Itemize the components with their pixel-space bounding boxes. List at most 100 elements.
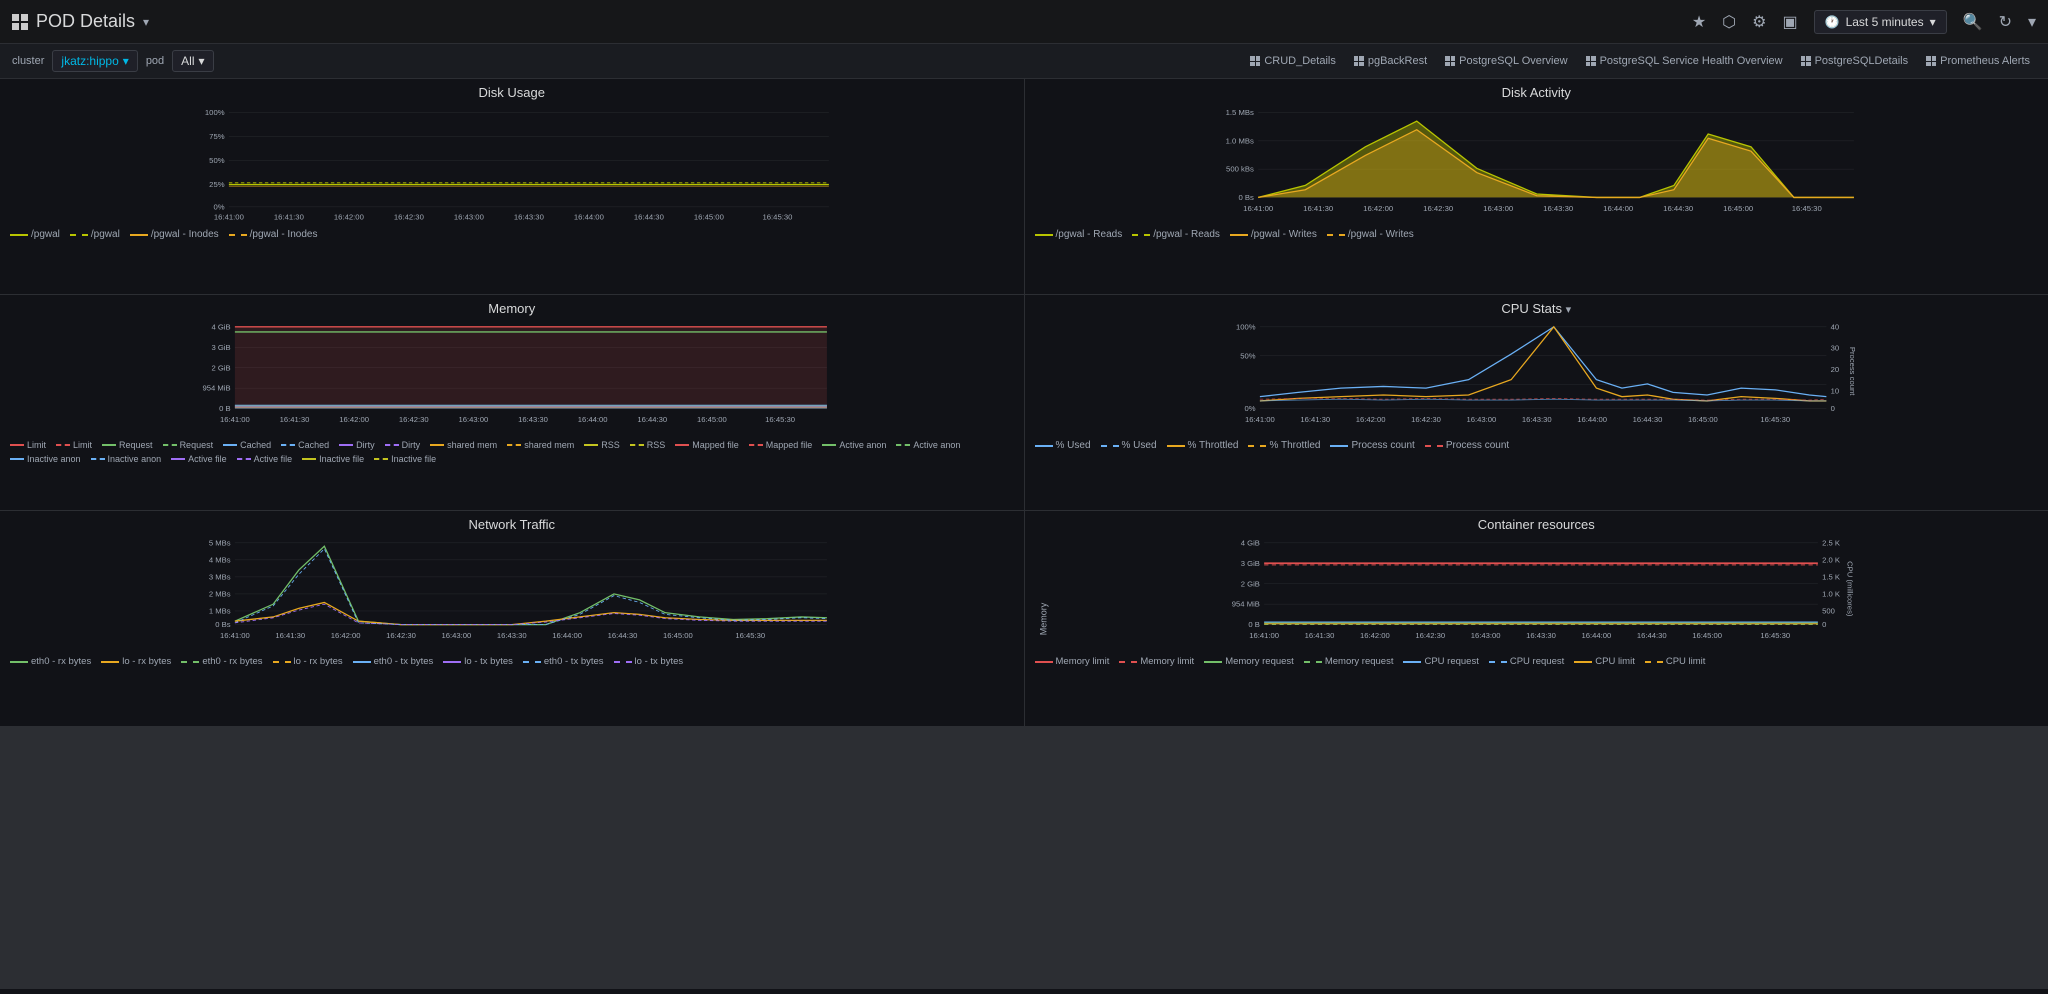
disk-usage-legend: /pgwal /pgwal /pgwal - Inodes /pgwal - I… (10, 229, 1014, 240)
svg-text:16:44:30: 16:44:30 (634, 213, 664, 222)
svg-text:16:44:30: 16:44:30 (1663, 204, 1693, 213)
svg-text:16:45:30: 16:45:30 (1760, 415, 1790, 424)
cluster-label: cluster (12, 55, 44, 67)
svg-text:16:45:30: 16:45:30 (1791, 204, 1821, 213)
svg-text:16:42:00: 16:42:00 (1359, 631, 1389, 640)
time-picker-dropdown: ▾ (1930, 15, 1936, 29)
svg-text:16:41:30: 16:41:30 (274, 213, 304, 222)
svg-text:3 GiB: 3 GiB (1240, 559, 1259, 568)
svg-text:16:41:00: 16:41:00 (220, 631, 250, 640)
svg-text:100%: 100% (205, 108, 225, 117)
svg-text:2.5 K: 2.5 K (1822, 538, 1841, 547)
svg-text:16:42:30: 16:42:30 (399, 415, 429, 424)
time-picker-label: Last 5 minutes (1846, 15, 1924, 29)
svg-text:500: 500 (1822, 607, 1835, 616)
svg-text:16:43:30: 16:43:30 (1526, 631, 1556, 640)
tab-postgresql-details[interactable]: PostgreSQLDetails (1795, 53, 1915, 69)
svg-text:0 Bs: 0 Bs (1238, 193, 1254, 202)
svg-text:16:42:00: 16:42:00 (1355, 415, 1385, 424)
svg-text:16:43:00: 16:43:00 (454, 213, 484, 222)
clock-icon: 🕐 (1825, 15, 1840, 29)
tab-postgresql-service-health[interactable]: PostgreSQL Service Health Overview (1580, 53, 1789, 69)
svg-text:16:41:00: 16:41:00 (214, 213, 244, 222)
time-picker[interactable]: 🕐 Last 5 minutes ▾ (1814, 10, 1947, 34)
svg-text:1.0 K: 1.0 K (1822, 589, 1841, 598)
svg-text:16:43:00: 16:43:00 (1470, 631, 1500, 640)
page-title: POD Details (36, 11, 135, 32)
container-resources-chart: 4 GiB 3 GiB 2 GiB 954 MiB 0 B 2.5 K 2.0 … (1035, 536, 2039, 651)
svg-text:16:45:30: 16:45:30 (1760, 631, 1790, 640)
svg-text:16:42:00: 16:42:00 (331, 631, 361, 640)
svg-text:16:44:00: 16:44:00 (1577, 415, 1607, 424)
svg-text:10: 10 (1830, 386, 1839, 395)
svg-text:4 GiB: 4 GiB (211, 322, 230, 331)
cluster-dropdown-icon: ▾ (123, 54, 129, 68)
svg-text:40: 40 (1830, 322, 1839, 331)
tab-crud-details[interactable]: CRUD_Details (1244, 53, 1342, 69)
share-icon[interactable]: ⬡ (1722, 12, 1736, 32)
settings-icon[interactable]: ⚙ (1752, 12, 1766, 32)
svg-text:Process count: Process count (1848, 347, 1857, 396)
svg-text:16:41:30: 16:41:30 (1304, 631, 1334, 640)
app-header: POD Details ▾ ★ ⬡ ⚙ ▣ 🕐 Last 5 minutes ▾… (0, 0, 2048, 44)
svg-text:16:45:30: 16:45:30 (765, 415, 795, 424)
svg-text:16:44:30: 16:44:30 (608, 631, 638, 640)
svg-text:16:45:00: 16:45:00 (694, 213, 724, 222)
disk-activity-chart: 1.5 MBs 1.0 MBs 500 kBs 0 Bs 16:41:00 16… (1035, 104, 2039, 224)
svg-text:1.5 MBs: 1.5 MBs (1225, 108, 1253, 117)
star-icon[interactable]: ★ (1692, 12, 1706, 32)
cluster-value: jkatz:hippo (61, 54, 118, 68)
svg-text:16:44:00: 16:44:00 (552, 631, 582, 640)
title-dropdown-icon[interactable]: ▾ (143, 15, 149, 29)
svg-text:16:44:00: 16:44:00 (574, 213, 604, 222)
search-icon[interactable]: 🔍 (1963, 12, 1983, 32)
svg-text:16:42:00: 16:42:00 (334, 213, 364, 222)
tab-postgresql-overview[interactable]: PostgreSQL Overview (1439, 53, 1573, 69)
toolbar: cluster jkatz:hippo ▾ pod All ▾ CRUD_Det… (0, 44, 2048, 79)
svg-text:16:45:00: 16:45:00 (663, 631, 693, 640)
svg-text:16:43:30: 16:43:30 (1543, 204, 1573, 213)
svg-text:16:45:30: 16:45:30 (735, 631, 765, 640)
svg-text:0%: 0% (213, 202, 224, 211)
svg-text:2.0 K: 2.0 K (1822, 555, 1841, 564)
svg-text:2 GiB: 2 GiB (1240, 579, 1259, 588)
svg-text:16:41:00: 16:41:00 (1244, 415, 1274, 424)
svg-text:20: 20 (1830, 365, 1839, 374)
refresh-icon[interactable]: ↻ (1999, 12, 2012, 32)
svg-text:3 MBs: 3 MBs (209, 572, 231, 581)
svg-text:16:43:30: 16:43:30 (518, 415, 548, 424)
cluster-dropdown[interactable]: jkatz:hippo ▾ (52, 50, 137, 72)
svg-text:16:43:30: 16:43:30 (514, 213, 544, 222)
svg-text:CPU (millicores): CPU (millicores) (1845, 561, 1854, 617)
nav-tabs: CRUD_Details pgBackRest PostgreSQL Overv… (1244, 53, 2036, 69)
svg-text:16:42:00: 16:42:00 (1363, 204, 1393, 213)
svg-text:16:42:30: 16:42:30 (386, 631, 416, 640)
svg-text:16:44:00: 16:44:00 (1581, 631, 1611, 640)
svg-text:16:42:30: 16:42:30 (1415, 631, 1445, 640)
container-resources-legend: Memory limit Memory limit Memory request… (1035, 656, 2039, 667)
svg-text:16:44:30: 16:44:30 (637, 415, 667, 424)
app-icon (12, 14, 28, 30)
svg-text:3 GiB: 3 GiB (211, 343, 230, 352)
pod-value: All (181, 54, 194, 68)
pod-dropdown[interactable]: All ▾ (172, 50, 213, 72)
network-traffic-title: Network Traffic (10, 517, 1014, 532)
svg-text:16:45:00: 16:45:00 (1723, 204, 1753, 213)
memory-legend: Limit Limit Request Request Cached Cache… (10, 440, 1014, 464)
refresh-dropdown-icon[interactable]: ▾ (2028, 12, 2036, 32)
tab-pgbackrest[interactable]: pgBackRest (1348, 53, 1433, 69)
svg-text:50%: 50% (1240, 351, 1256, 360)
svg-text:954 MiB: 954 MiB (1231, 600, 1259, 609)
panel-cpu-stats: CPU Stats ▾ 100% 50% 0% 40 30 20 10 0 16… (1025, 295, 2048, 510)
svg-text:16:44:00: 16:44:00 (1603, 204, 1633, 213)
svg-text:16:42:30: 16:42:30 (1423, 204, 1453, 213)
svg-text:16:43:00: 16:43:00 (1466, 415, 1496, 424)
svg-text:0 Bs: 0 Bs (215, 620, 230, 629)
svg-text:4 GiB: 4 GiB (1240, 538, 1259, 547)
header-icons: ★ ⬡ ⚙ ▣ 🕐 Last 5 minutes ▾ 🔍 ↻ ▾ (1692, 10, 2036, 34)
display-icon[interactable]: ▣ (1782, 12, 1797, 32)
header-left: POD Details ▾ (12, 11, 149, 32)
memory-axis-label: Memory (1038, 602, 1048, 635)
tab-prometheus-alerts[interactable]: Prometheus Alerts (1920, 53, 2036, 69)
panel-disk-usage: Disk Usage 100% 75% 50% 25% 0% 16:41:00 … (0, 79, 1024, 294)
